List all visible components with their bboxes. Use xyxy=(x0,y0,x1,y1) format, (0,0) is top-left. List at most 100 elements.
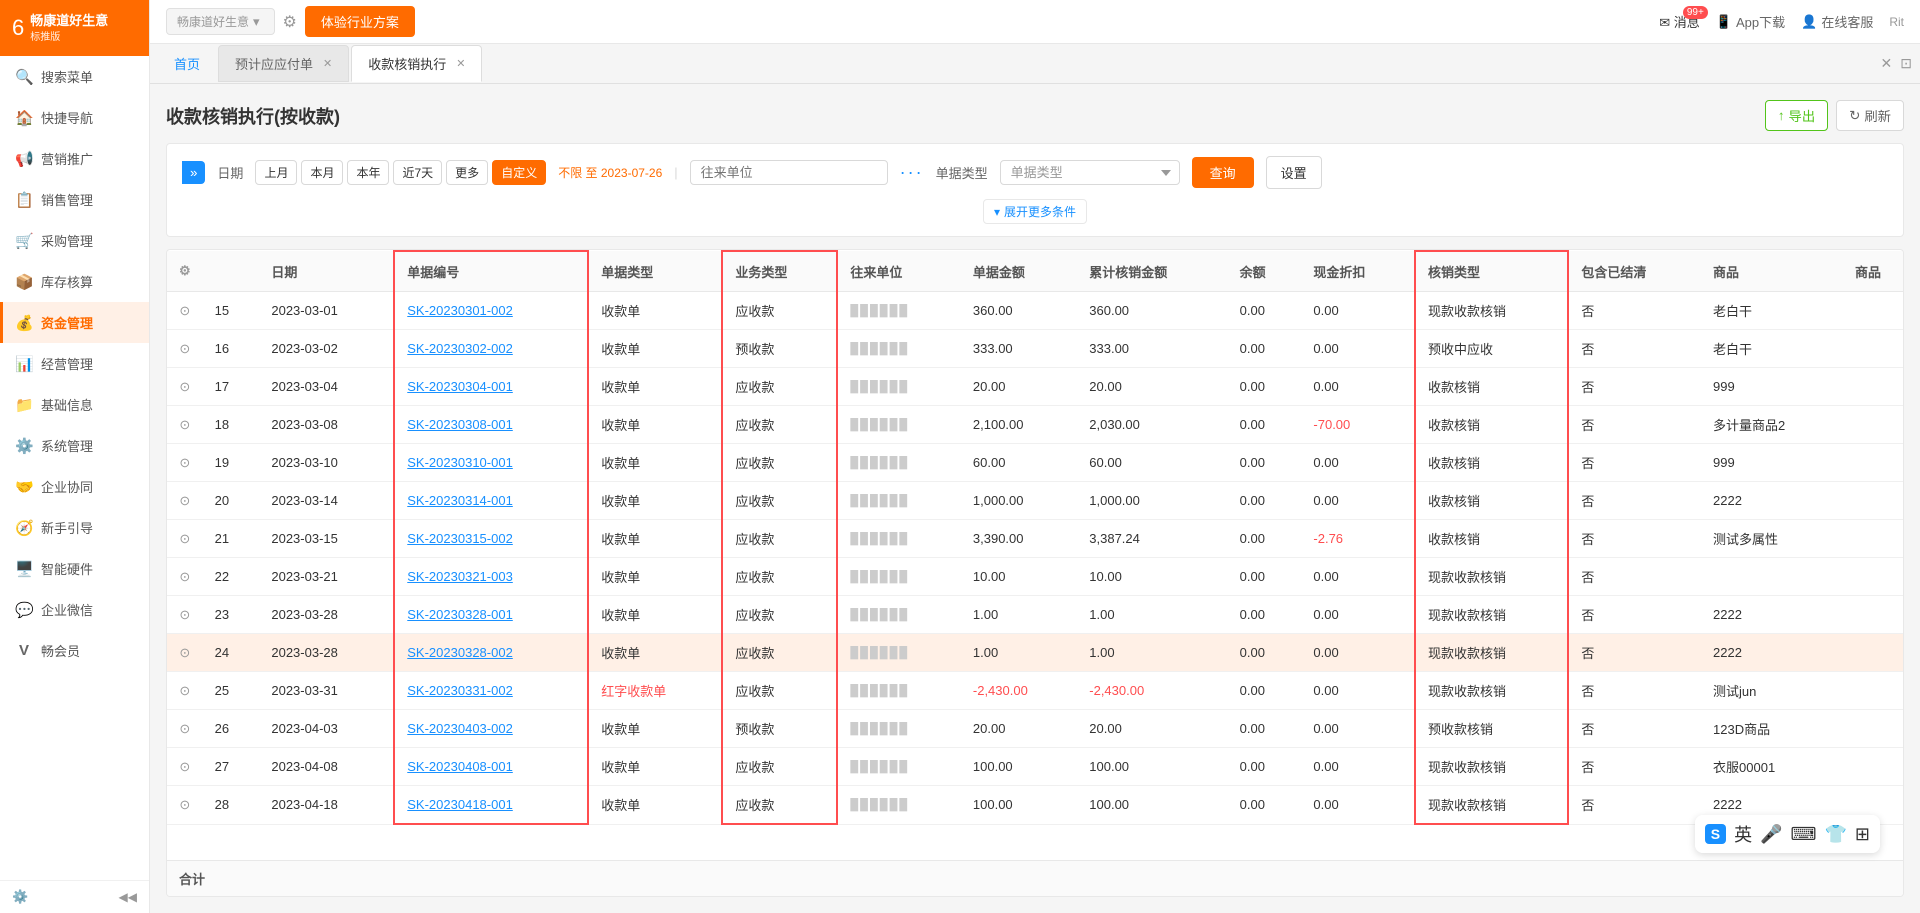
setting-button[interactable]: 设置 xyxy=(1266,156,1322,189)
row-doc-no[interactable]: SK-20230331-002 xyxy=(394,672,588,710)
receipt-type-select[interactable]: 单据类型 xyxy=(1000,160,1180,185)
tab-payable-close[interactable]: ✕ xyxy=(323,57,332,70)
sidebar-item-hardware[interactable]: 🖥️ 智能硬件 xyxy=(0,548,149,589)
sidebar-item-system[interactable]: ⚙️ 系统管理 xyxy=(0,425,149,466)
industry-btn[interactable]: 体验行业方案 xyxy=(305,6,415,37)
filter-this-month[interactable]: 本月 xyxy=(301,160,343,185)
row-settings-icon[interactable]: ⊙ xyxy=(167,558,203,596)
doc-no-link[interactable]: SK-20230310-001 xyxy=(407,455,513,470)
sidebar-item-shortcuts[interactable]: 🏠 快捷导航 xyxy=(0,97,149,138)
row-settings-icon[interactable]: ⊙ xyxy=(167,710,203,748)
row-doc-no[interactable]: SK-20230301-002 xyxy=(394,292,588,330)
row-doc-no[interactable]: SK-20230403-002 xyxy=(394,710,588,748)
sidebar-item-enterprise[interactable]: 🤝 企业协同 xyxy=(0,466,149,507)
row-doc-no[interactable]: SK-20230310-001 xyxy=(394,444,588,482)
doc-no-link[interactable]: SK-20230302-002 xyxy=(407,341,513,356)
sidebar-item-sales[interactable]: 📋 销售管理 xyxy=(0,179,149,220)
tabbar-expand-icon[interactable]: ⊡ xyxy=(1900,55,1912,72)
row-doc-no[interactable]: SK-20230315-002 xyxy=(394,520,588,558)
row-doc-no[interactable]: SK-20230408-001 xyxy=(394,748,588,786)
doc-no-link[interactable]: SK-20230314-001 xyxy=(407,493,513,508)
sidebar-item-member[interactable]: V 畅会员 xyxy=(0,630,149,671)
row-settings-icon[interactable]: ⊙ xyxy=(167,672,203,710)
row-settings-icon[interactable]: ⊙ xyxy=(167,368,203,406)
tab-receivable[interactable]: 收款核销执行 ✕ xyxy=(351,45,482,82)
row-settings-icon[interactable]: ⊙ xyxy=(167,786,203,825)
filter-7days[interactable]: 近7天 xyxy=(393,160,442,185)
export-button[interactable]: ↑ 导出 xyxy=(1765,100,1828,131)
col-goods: 商品 xyxy=(1701,251,1843,292)
row-date: 2023-03-02 xyxy=(259,330,394,368)
app-download-link[interactable]: 📱 App下载 xyxy=(1716,12,1785,31)
sidebar-item-finance[interactable]: 💰 资金管理 xyxy=(0,302,149,343)
sidebar-item-search[interactable]: 🔍 搜索菜单 xyxy=(0,56,149,97)
row-settings-icon[interactable]: ⊙ xyxy=(167,520,203,558)
doc-no-link[interactable]: SK-20230331-002 xyxy=(407,683,513,698)
filter-toggle-button[interactable]: » xyxy=(182,161,205,184)
floating-english-icon[interactable]: 英 xyxy=(1734,821,1752,847)
sidebar-item-basic[interactable]: 📁 基础信息 xyxy=(0,384,149,425)
doc-no-link[interactable]: SK-20230304-001 xyxy=(407,379,513,394)
counterpart-dots[interactable]: ··· xyxy=(900,162,924,183)
row-include-settled: 否 xyxy=(1568,786,1701,825)
row-settings-icon[interactable]: ⊙ xyxy=(167,330,203,368)
doc-no-link[interactable]: SK-20230328-002 xyxy=(407,645,513,660)
doc-no-link[interactable]: SK-20230301-002 xyxy=(407,303,513,318)
row-settings-icon[interactable]: ⊙ xyxy=(167,596,203,634)
sidebar-item-guide[interactable]: 🧭 新手引导 xyxy=(0,507,149,548)
row-settings-icon[interactable]: ⊙ xyxy=(167,748,203,786)
col-include-settled: 包含已结清 xyxy=(1568,251,1701,292)
doc-no-link[interactable]: SK-20230328-001 xyxy=(407,607,513,622)
msg-button[interactable]: ✉ 消息 99+ xyxy=(1659,12,1700,31)
sidebar-item-wechat[interactable]: 💬 企业微信 xyxy=(0,589,149,630)
col-settings[interactable]: ⚙ xyxy=(167,251,203,292)
row-counterpart: ██████ xyxy=(837,482,961,520)
sidebar-item-inventory[interactable]: 📦 库存核算 xyxy=(0,261,149,302)
query-button[interactable]: 查询 xyxy=(1192,157,1254,188)
doc-no-link[interactable]: SK-20230408-001 xyxy=(407,759,513,774)
row-doc-no[interactable]: SK-20230418-001 xyxy=(394,786,588,825)
row-doc-no[interactable]: SK-20230302-002 xyxy=(394,330,588,368)
doc-no-link[interactable]: SK-20230321-003 xyxy=(407,569,513,584)
row-settings-icon[interactable]: ⊙ xyxy=(167,634,203,672)
row-settings-icon[interactable]: ⊙ xyxy=(167,444,203,482)
doc-no-link[interactable]: SK-20230315-002 xyxy=(407,531,513,546)
table-scroll[interactable]: ⚙ 日期 单据编号 单据类型 业务类型 往来单位 单据金额 累计核销金额 余额 … xyxy=(167,250,1903,860)
row-doc-no[interactable]: SK-20230308-001 xyxy=(394,406,588,444)
online-service-link[interactable]: 👤 在线客服 xyxy=(1801,12,1873,31)
floating-mic-icon[interactable]: 🎤 xyxy=(1760,824,1782,845)
row-settings-icon[interactable]: ⊙ xyxy=(167,406,203,444)
sidebar-item-purchase[interactable]: 🛒 采购管理 xyxy=(0,220,149,261)
expand-conditions-button[interactable]: ▾ 展开更多条件 xyxy=(983,199,1087,224)
floating-keyboard-icon[interactable]: ⌨ xyxy=(1791,824,1817,845)
tab-payable[interactable]: 预计应应付单 ✕ xyxy=(218,45,349,82)
tabbar-close-all-icon[interactable]: ✕ xyxy=(1881,55,1893,72)
row-settings-icon[interactable]: ⊙ xyxy=(167,292,203,330)
doc-no-link[interactable]: SK-20230418-001 xyxy=(407,797,513,812)
row-goods: 2222 xyxy=(1701,596,1843,634)
filter-more[interactable]: 更多 xyxy=(446,160,488,185)
sidebar-item-marketing[interactable]: 📢 营销推广 xyxy=(0,138,149,179)
doc-no-link[interactable]: SK-20230308-001 xyxy=(407,417,513,432)
floating-grid-icon[interactable]: ⊞ xyxy=(1855,824,1870,845)
tab-receivable-close[interactable]: ✕ xyxy=(456,57,465,70)
row-doc-no[interactable]: SK-20230328-002 xyxy=(394,634,588,672)
tab-home[interactable]: 首页 xyxy=(158,46,216,81)
topbar-gear-icon[interactable]: ⚙ xyxy=(283,12,297,32)
floating-tshirt-icon[interactable]: 👕 xyxy=(1824,824,1846,845)
refresh-button[interactable]: ↻ 刷新 xyxy=(1836,100,1904,131)
filter-this-year[interactable]: 本年 xyxy=(347,160,389,185)
doc-no-link[interactable]: SK-20230403-002 xyxy=(407,721,513,736)
row-doc-no[interactable]: SK-20230321-003 xyxy=(394,558,588,596)
row-doc-no[interactable]: SK-20230304-001 xyxy=(394,368,588,406)
counterpart-input[interactable] xyxy=(690,160,888,185)
sidebar-collapse-icon[interactable]: ◀◀ xyxy=(119,890,137,904)
row-settings-icon[interactable]: ⊙ xyxy=(167,482,203,520)
sidebar-item-operations[interactable]: 📊 经营管理 xyxy=(0,343,149,384)
purchase-icon: 🛒 xyxy=(15,232,33,250)
filter-custom[interactable]: 自定义 xyxy=(492,160,546,185)
row-doc-no[interactable]: SK-20230314-001 xyxy=(394,482,588,520)
filter-last-month[interactable]: 上月 xyxy=(255,160,297,185)
row-doc-no[interactable]: SK-20230328-001 xyxy=(394,596,588,634)
sidebar-settings-icon[interactable]: ⚙️ xyxy=(12,889,28,905)
